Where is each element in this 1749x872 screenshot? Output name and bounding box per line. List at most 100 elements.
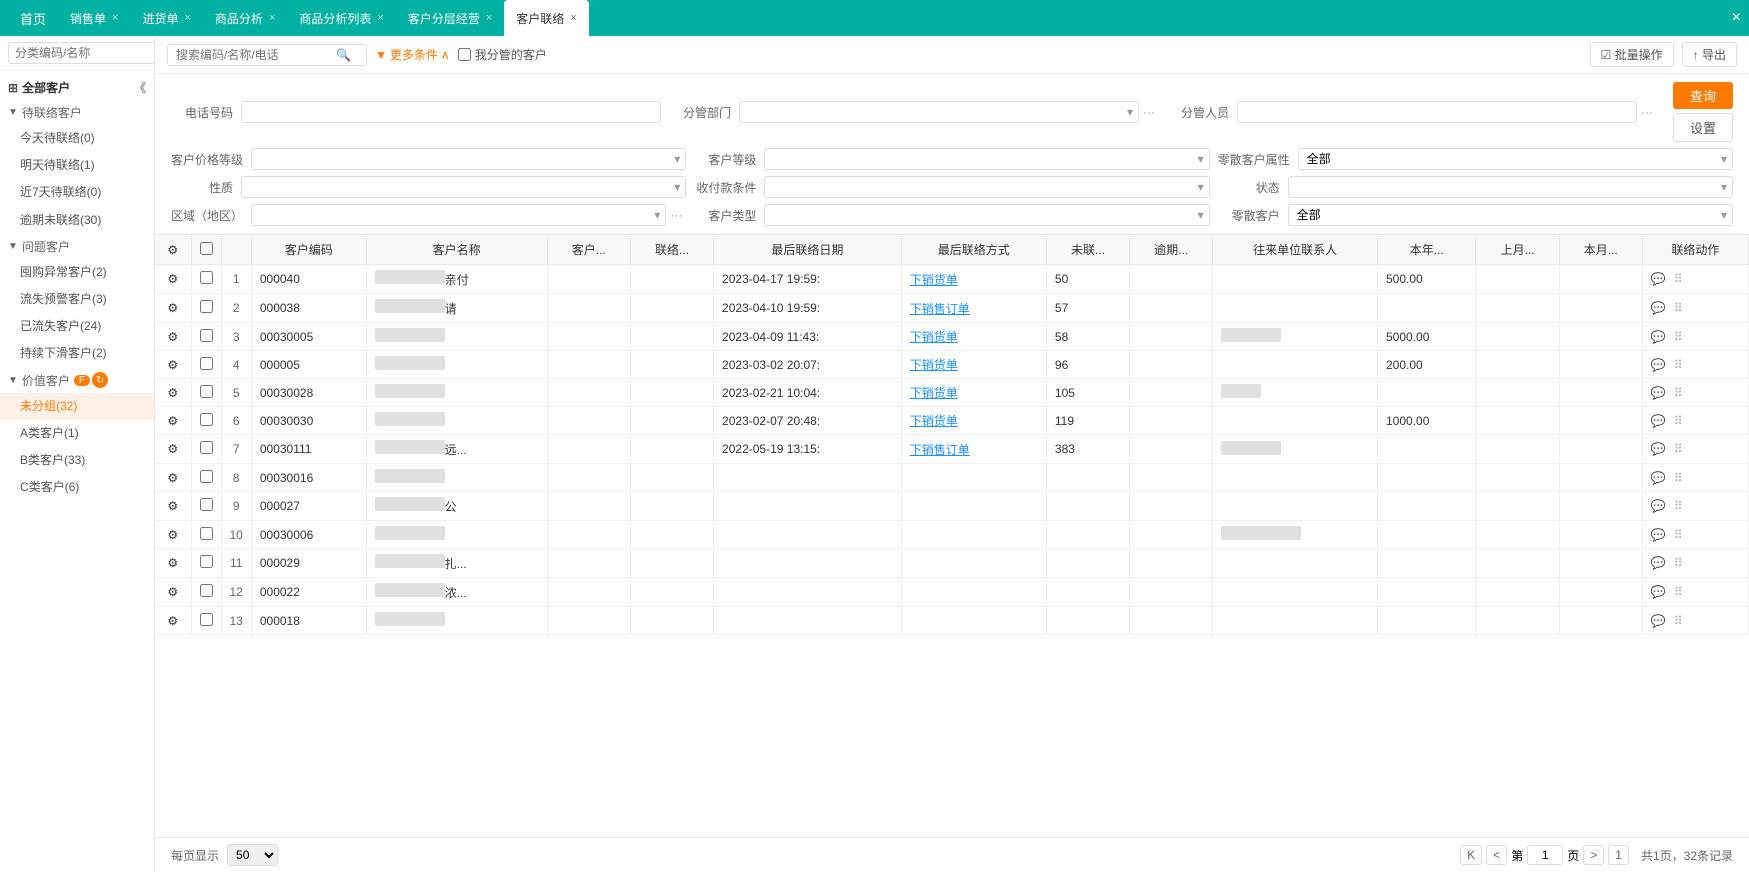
per-page-select[interactable]: 50 100 200 — [227, 844, 278, 866]
unit-contact-col-header[interactable]: 往来单位联系人 — [1213, 235, 1378, 265]
row-settings[interactable]: ⚙ — [155, 578, 191, 607]
payment-select[interactable] — [764, 176, 1209, 198]
customer-type-select[interactable] — [764, 204, 1209, 226]
last-contact-way[interactable]: 下销货单 — [901, 379, 1046, 407]
my-customers-checkbox[interactable]: 我分管的客户 — [458, 46, 547, 63]
sidebar-item-today[interactable]: 今天待联络(0) — [0, 125, 154, 152]
message-icon[interactable]: 💬 — [1651, 614, 1666, 628]
message-icon[interactable]: 💬 — [1651, 442, 1666, 456]
sidebar-item-declining[interactable]: 持续下滑客户(2) — [0, 340, 154, 367]
row-settings[interactable]: ⚙ — [155, 351, 191, 379]
more-actions-icon[interactable]: ⠿ — [1674, 585, 1683, 599]
all-customers-header[interactable]: ⊞ 全部客户 《 — [0, 71, 154, 100]
settings-icon[interactable]: ⚙ — [167, 243, 178, 257]
sidebar-item-7days[interactable]: 近7天待联络(0) — [0, 179, 154, 206]
last-contact-way[interactable] — [901, 521, 1046, 549]
sidebar-item-churn-warning[interactable]: 流失预警客户(3) — [0, 286, 154, 313]
manager-more-btn[interactable]: ··· — [1637, 105, 1657, 119]
export-button[interactable]: ↑ 导出 — [1682, 42, 1737, 67]
row-checkbox[interactable] — [191, 351, 221, 379]
more-actions-icon[interactable]: ⠿ — [1674, 358, 1683, 372]
sidebar-item-class-b[interactable]: B类客户(33) — [0, 447, 154, 474]
row-actions[interactable]: 💬⠿ — [1642, 379, 1748, 407]
overdue-col-header[interactable]: 逾期... — [1130, 235, 1213, 265]
close-icon[interactable]: × — [269, 12, 275, 24]
region-more-btn[interactable]: ··· — [666, 208, 686, 222]
row-actions[interactable]: 💬⠿ — [1642, 521, 1748, 549]
message-icon[interactable]: 💬 — [1651, 414, 1666, 428]
row-settings[interactable]: ⚙ — [155, 379, 191, 407]
row-checkbox[interactable] — [191, 379, 221, 407]
collapse-icon[interactable]: 《 — [134, 79, 146, 96]
message-icon[interactable]: 💬 — [1651, 386, 1666, 400]
row-settings[interactable]: ⚙ — [155, 607, 191, 635]
settings-col-header[interactable]: ⚙ — [155, 235, 191, 265]
query-button[interactable]: 查询 — [1673, 82, 1733, 109]
not-contacted-col-header[interactable]: 未联... — [1046, 235, 1129, 265]
price-level-select[interactable] — [251, 148, 686, 170]
row-actions[interactable]: 💬⠿ — [1642, 265, 1748, 294]
row-settings[interactable]: ⚙ — [155, 323, 191, 351]
code-col-header[interactable]: 客户编码 — [251, 235, 366, 265]
row-checkbox[interactable] — [191, 323, 221, 351]
message-icon[interactable]: 💬 — [1651, 301, 1666, 315]
message-icon[interactable]: 💬 — [1651, 499, 1666, 513]
sporadic-customer-select[interactable]: 全部 — [1288, 204, 1733, 226]
section-problem-customers[interactable]: ▼ 问题客户 — [0, 234, 154, 259]
last-contact-way[interactable]: 下销售订单 — [901, 294, 1046, 323]
more-conditions-btn[interactable]: ▼ 更多条件 ∧ — [375, 46, 450, 63]
my-customers-check[interactable] — [458, 48, 471, 61]
manager-input[interactable] — [1237, 101, 1637, 123]
message-icon[interactable]: 💬 — [1651, 528, 1666, 542]
this-year-col-header[interactable]: 本年... — [1378, 235, 1476, 265]
next-page-button[interactable]: > — [1583, 845, 1604, 865]
row-actions[interactable]: 💬⠿ — [1642, 294, 1748, 323]
row-checkbox[interactable] — [191, 464, 221, 492]
sidebar-item-tomorrow[interactable]: 明天待联络(1) — [0, 152, 154, 179]
select-all-checkbox[interactable] — [200, 242, 213, 255]
close-icon[interactable]: × — [112, 12, 118, 24]
tab-customer-segment[interactable]: 客户分层经营 × — [396, 0, 504, 36]
last-page-button[interactable]: 1 — [1608, 845, 1629, 865]
more-actions-icon[interactable]: ⠿ — [1674, 528, 1683, 542]
prev-page-button[interactable]: < — [1486, 845, 1507, 865]
phone-input[interactable] — [241, 101, 661, 123]
close-icon[interactable]: × — [184, 12, 190, 24]
last-contact-way[interactable]: 下销货单 — [901, 407, 1046, 435]
tab-product-analysis[interactable]: 商品分析 × — [203, 0, 287, 36]
close-icon[interactable]: × — [377, 12, 383, 24]
this-month-col-header[interactable]: 本月... — [1559, 235, 1642, 265]
row-select-checkbox[interactable] — [200, 441, 213, 454]
section-value-customers[interactable]: ▼ 价值客户 F ↻ — [0, 368, 154, 393]
last-contact-way[interactable]: 下销货单 — [901, 323, 1046, 351]
row-checkbox[interactable] — [191, 407, 221, 435]
row-checkbox[interactable] — [191, 492, 221, 521]
tab-customer-contact[interactable]: 客户联络 × — [504, 0, 588, 36]
more-actions-icon[interactable]: ⠿ — [1674, 414, 1683, 428]
row-checkbox[interactable] — [191, 578, 221, 607]
row-select-checkbox[interactable] — [200, 413, 213, 426]
page-number-input[interactable] — [1527, 845, 1563, 865]
row-settings[interactable]: ⚙ — [155, 294, 191, 323]
more-actions-icon[interactable]: ⠿ — [1674, 442, 1683, 456]
row-select-checkbox[interactable] — [200, 300, 213, 313]
sidebar-item-overdue[interactable]: 逾期未联络(30) — [0, 207, 154, 234]
row-settings[interactable]: ⚙ — [155, 407, 191, 435]
last-month-col-header[interactable]: 上月... — [1476, 235, 1559, 265]
customer-level-select[interactable] — [764, 148, 1209, 170]
more-actions-icon[interactable]: ⠿ — [1674, 272, 1683, 286]
row-checkbox[interactable] — [191, 265, 221, 294]
row-actions[interactable]: 💬⠿ — [1642, 492, 1748, 521]
row-actions[interactable]: 💬⠿ — [1642, 549, 1748, 578]
sidebar-item-hoarding-abnormal[interactable]: 囤购异常客户(2) — [0, 259, 154, 286]
last-contact-way-col-header[interactable]: 最后联络方式 — [901, 235, 1046, 265]
dept-more-btn[interactable]: ··· — [1139, 105, 1159, 119]
row-checkbox[interactable] — [191, 294, 221, 323]
last-contact-date-col-header[interactable]: 最后联络日期 — [714, 235, 902, 265]
row-checkbox[interactable] — [191, 521, 221, 549]
dept-select[interactable] — [739, 101, 1139, 123]
first-page-button[interactable]: K — [1460, 845, 1482, 865]
tab-purchase[interactable]: 进货单 × — [130, 0, 202, 36]
more-actions-icon[interactable]: ⠿ — [1674, 499, 1683, 513]
row-checkbox[interactable] — [191, 607, 221, 635]
